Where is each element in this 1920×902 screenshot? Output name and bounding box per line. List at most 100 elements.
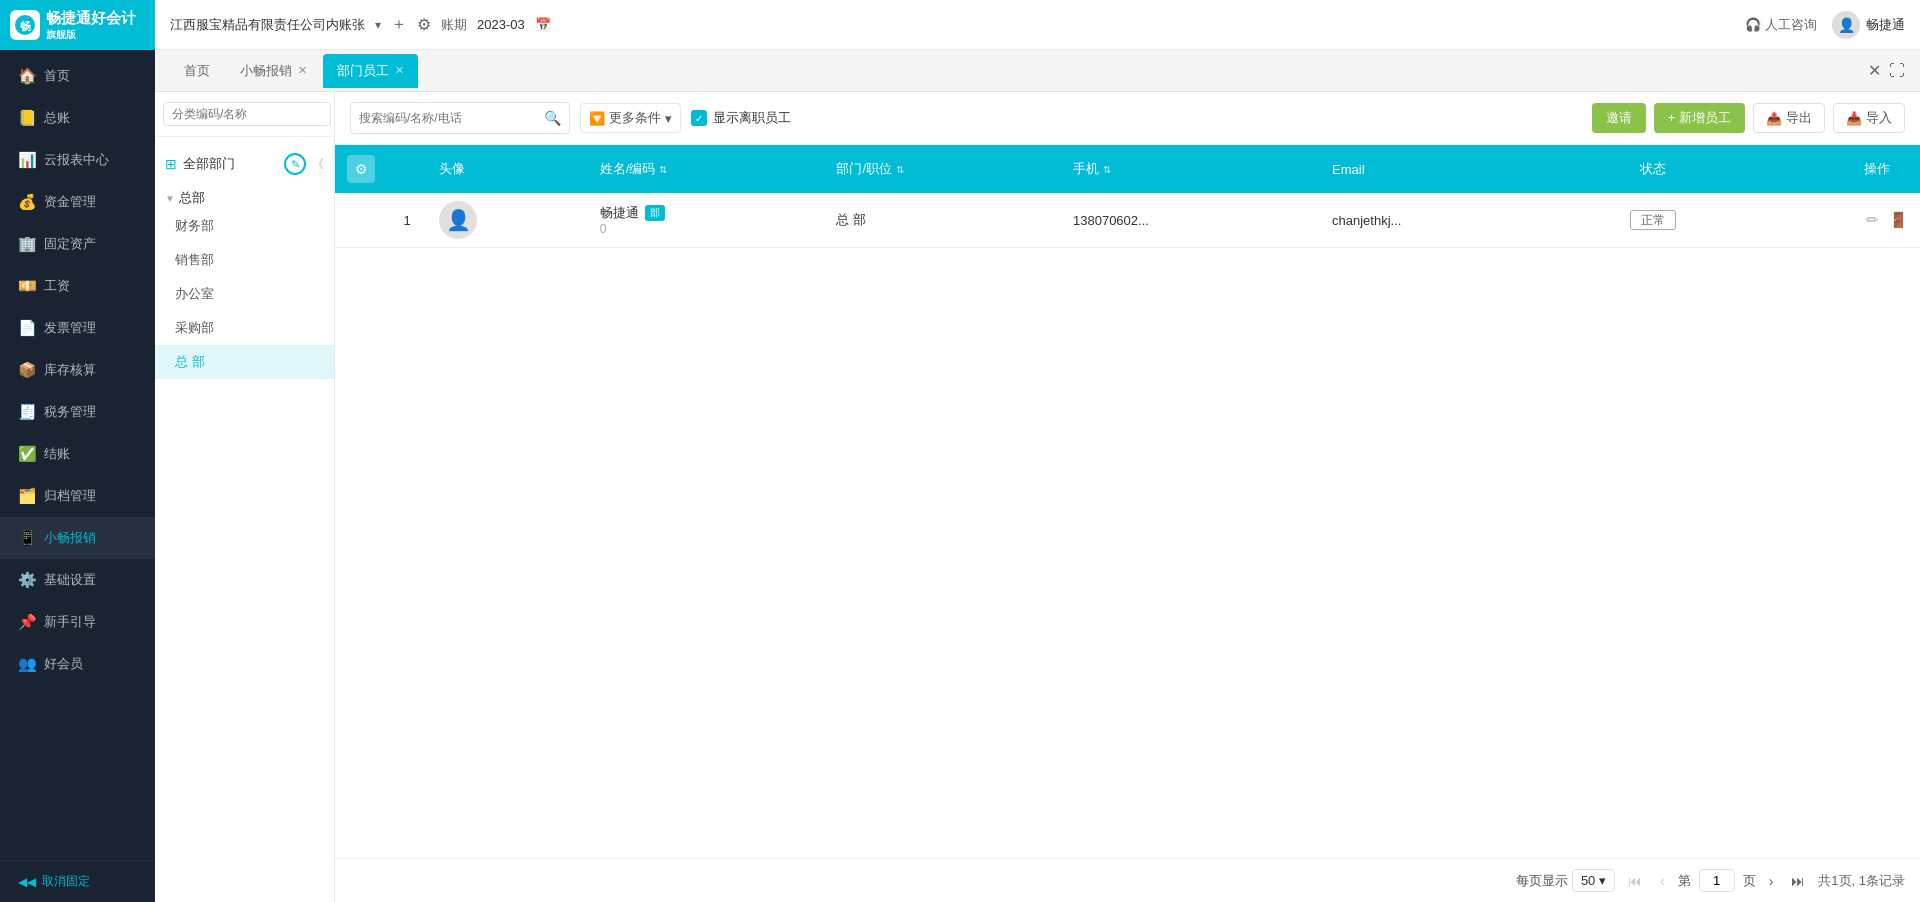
dept-sales-label: 销售部 — [175, 252, 214, 267]
sidebar-item-reports[interactable]: 📊 云报表中心 — [0, 139, 155, 181]
dept-collapse-button[interactable]: 《 — [312, 156, 324, 173]
user-area[interactable]: 👤 畅捷通 — [1832, 11, 1905, 39]
tab-department-close[interactable]: ✕ — [395, 64, 404, 77]
nav-label-home: 首页 — [44, 67, 70, 85]
guide-icon: 📌 — [18, 613, 36, 631]
per-page-select: 每页显示 50 ▾ — [1516, 869, 1615, 892]
page-number-input[interactable] — [1699, 869, 1735, 892]
settings-top-button[interactable]: ⚙ — [417, 15, 431, 34]
tab-home-label: 首页 — [184, 62, 210, 80]
dept-item-office[interactable]: 办公室 — [155, 277, 334, 311]
svg-text:畅: 畅 — [20, 20, 31, 32]
employee-table-container: ⚙ 头像 姓名/编码 ⇅ 部门/职位 — [335, 145, 1920, 858]
ledger-icon: 📒 — [18, 109, 36, 127]
sidebar-item-inventory[interactable]: 📦 库存核算 — [0, 349, 155, 391]
page-body: 🔍 ⊞ 全部部门 ✎ 《 ▼ 总部 财务部 销售部 — [155, 92, 1920, 902]
col-dept-position[interactable]: 部门/职位 ⇅ — [824, 145, 1061, 193]
nav-label-guide: 新手引导 — [44, 613, 96, 631]
next-page-button[interactable]: › — [1764, 871, 1779, 891]
export-label: 导出 — [1786, 109, 1812, 127]
unfix-button[interactable]: ◀◀ 取消固定 — [0, 860, 155, 902]
total-info: 共1页, 1条记录 — [1818, 872, 1905, 890]
sidebar-item-archive[interactable]: 🗂️ 归档管理 — [0, 475, 155, 517]
dept-item-finance[interactable]: 财务部 — [155, 209, 334, 243]
all-dept-label: 全部部门 — [183, 155, 278, 173]
emp-status: 正常 — [1630, 210, 1676, 230]
calendar-icon[interactable]: 📅 — [535, 17, 551, 32]
more-filters-button[interactable]: 🔽 更多条件 ▾ — [580, 103, 681, 133]
row-index: 1 — [403, 213, 410, 228]
page-label: 第 — [1678, 872, 1691, 890]
sidebar-item-funds[interactable]: 💰 资金管理 — [0, 181, 155, 223]
exit-employee-button[interactable]: 🚪 — [1889, 211, 1908, 229]
per-page-number: 50 — [1581, 873, 1595, 888]
service-button[interactable]: 🎧 人工咨询 — [1745, 16, 1817, 34]
sidebar-item-home[interactable]: 🏠 首页 — [0, 55, 155, 97]
tab-expense-close[interactable]: ✕ — [298, 64, 307, 77]
sidebar-item-expense[interactable]: 📱 小畅报销 — [0, 517, 155, 559]
sidebar-item-guide[interactable]: 📌 新手引导 — [0, 601, 155, 643]
dept-search-input[interactable] — [163, 102, 331, 126]
nav-label-reports: 云报表中心 — [44, 151, 109, 169]
app-logo[interactable]: 畅 畅捷通好会计 旗舰版 — [0, 0, 155, 50]
sidebar-item-checkout[interactable]: ✅ 结账 — [0, 433, 155, 475]
first-page-button[interactable]: ⏮ — [1623, 871, 1647, 891]
dept-tree: ⊞ 全部部门 ✎ 《 ▼ 总部 财务部 销售部 办公室 — [155, 137, 334, 902]
dept-item-sales[interactable]: 销售部 — [155, 243, 334, 277]
sidebar-item-invoice[interactable]: 📄 发票管理 — [0, 307, 155, 349]
assets-icon: 🏢 — [18, 235, 36, 253]
expand-tab-button[interactable]: ⛶ — [1889, 61, 1905, 80]
row-index-cell: 1 — [387, 193, 427, 248]
filter-label: 更多条件 — [609, 109, 661, 127]
dept-finance-label: 财务部 — [175, 218, 214, 233]
emp-dept-badge: 部 — [645, 205, 665, 221]
prev-page-button[interactable]: ‹ — [1655, 871, 1670, 891]
dept-add-button[interactable]: ✎ — [284, 153, 306, 175]
add-employee-button[interactable]: + 新增员工 — [1654, 103, 1745, 133]
company-dropdown-button[interactable]: ▾ — [375, 18, 381, 32]
dept-group-general: ▼ 总部 — [155, 183, 334, 209]
per-page-value[interactable]: 50 ▾ — [1572, 869, 1615, 892]
last-page-button[interactable]: ⏭ — [1786, 871, 1810, 891]
company-name[interactable]: 江西服宝精品有限责任公司内账张 — [170, 16, 365, 34]
invite-button[interactable]: 邀请 — [1592, 103, 1646, 133]
edit-employee-button[interactable]: ✏ — [1866, 211, 1879, 229]
col-avatar: 头像 — [427, 145, 588, 193]
col-phone[interactable]: 手机 ⇅ — [1061, 145, 1320, 193]
dept-item-purchasing[interactable]: 采购部 — [155, 311, 334, 345]
row-actions-cell: ✏ 🚪 — [1744, 193, 1920, 248]
nav-label-archive: 归档管理 — [44, 487, 96, 505]
sidebar-item-salary[interactable]: 💴 工资 — [0, 265, 155, 307]
add-company-button[interactable]: ＋ — [391, 14, 407, 35]
dept-item-headquarters[interactable]: 总 部 — [155, 345, 334, 379]
reports-icon: 📊 — [18, 151, 36, 169]
show-resigned-checkbox[interactable]: ✓ 显示离职员工 — [691, 109, 791, 127]
sidebar-item-member[interactable]: 👥 好会员 — [0, 643, 155, 685]
export-button[interactable]: 📤 导出 — [1753, 103, 1825, 133]
employee-table: ⚙ 头像 姓名/编码 ⇅ 部门/职位 — [335, 145, 1920, 248]
sidebar-item-settings[interactable]: ⚙️ 基础设置 — [0, 559, 155, 601]
emp-code: 0 — [600, 222, 813, 236]
tab-department[interactable]: 部门员工 ✕ — [323, 54, 418, 88]
department-panel: 🔍 ⊞ 全部部门 ✎ 《 ▼ 总部 财务部 销售部 — [155, 92, 335, 902]
tab-home[interactable]: 首页 — [170, 54, 224, 88]
dept-group-label-general: 总部 — [179, 189, 205, 207]
logo-text: 畅捷通好会计 旗舰版 — [46, 9, 136, 42]
col-name-code[interactable]: 姓名/编码 ⇅ — [588, 145, 825, 193]
column-settings-button[interactable]: ⚙ — [347, 155, 375, 183]
employee-search-input[interactable] — [359, 111, 544, 125]
sidebar-item-tax[interactable]: 🧾 税务管理 — [0, 391, 155, 433]
sidebar-item-general-ledger[interactable]: 📒 总账 — [0, 97, 155, 139]
user-avatar: 👤 — [1832, 11, 1860, 39]
all-departments-row[interactable]: ⊞ 全部部门 ✎ 《 — [155, 145, 334, 183]
headset-icon: 🎧 — [1745, 17, 1761, 32]
invoice-icon: 📄 — [18, 319, 36, 337]
row-phone-cell: 138070602... — [1061, 193, 1320, 248]
close-tab-button[interactable]: ✕ — [1868, 61, 1881, 80]
import-button[interactable]: 📥 导入 — [1833, 103, 1905, 133]
nav-label-ledger: 总账 — [44, 109, 70, 127]
sidebar: 畅 畅捷通好会计 旗舰版 🏠 首页 📒 总账 📊 云报表中心 💰 资金管理 🏢 … — [0, 0, 155, 902]
employee-search-icon[interactable]: 🔍 — [544, 110, 561, 126]
tab-expense[interactable]: 小畅报销 ✕ — [226, 54, 321, 88]
sidebar-item-fixed-assets[interactable]: 🏢 固定资产 — [0, 223, 155, 265]
